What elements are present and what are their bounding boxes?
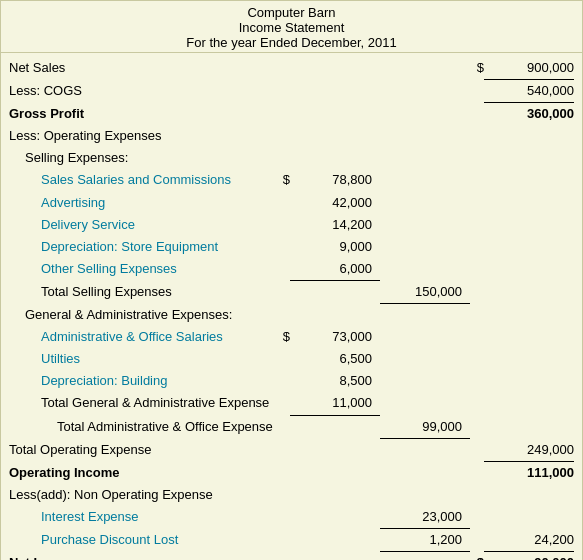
total-selling-row: Total Selling Expenses 150,000 (9, 281, 574, 304)
depr-building-label: Depreciation: Building (41, 370, 276, 392)
total-operating-value: 249,000 (484, 439, 574, 462)
gen-admin-label: General & Administrative Expenses: (25, 304, 574, 326)
gross-profit-value: 360,000 (484, 103, 574, 125)
utilities-value: 6,500 (290, 348, 380, 370)
depr-store-row: Depreciation: Store Equipment 9,000 (9, 236, 574, 258)
statement-header: Computer Barn Income Statement For the y… (1, 1, 582, 53)
utilities-row: Utilties 6,500 (9, 348, 574, 370)
net-income-label: Net Income (9, 552, 290, 560)
income-statement: Computer Barn Income Statement For the y… (0, 0, 583, 560)
purchase-discount-label: Purchase Discount Lost (41, 529, 290, 551)
admin-salaries-value: 73,000 (290, 326, 380, 348)
gross-profit-row: Gross Profit 360,000 (9, 103, 574, 125)
advertising-value: 42,000 (290, 192, 380, 214)
report-period: For the year Ended December, 2011 (1, 35, 582, 50)
cogs-value: 540,000 (484, 80, 574, 103)
interest-expense-value: 23,000 (380, 506, 470, 529)
net-income-row: Net Income $ 90,000 (9, 552, 574, 560)
selling-expenses-header-row: Selling Expenses: (9, 147, 574, 169)
operating-income-label: Operating Income (9, 462, 290, 484)
total-selling-label: Total Selling Expenses (41, 281, 276, 303)
operating-income-value: 111,000 (484, 462, 574, 484)
selling-expenses-label: Selling Expenses: (25, 147, 574, 169)
depr-store-value: 9,000 (290, 236, 380, 258)
net-sales-row: Net Sales $ 900,000 (9, 57, 574, 80)
less-operating-label: Less: Operating Expenses (9, 125, 574, 147)
total-operating-row: Total Operating Expense 249,000 (9, 439, 574, 462)
ss-commissions-label: Sales Salaries and Commissions (41, 169, 276, 191)
gen-admin-header-row: General & Administrative Expenses: (9, 304, 574, 326)
cogs-row: Less: COGS 540,000 (9, 80, 574, 103)
total-admin-office-value: 99,000 (380, 416, 470, 439)
depr-building-value: 8,500 (290, 370, 380, 392)
advertising-row: Advertising 42,000 (9, 192, 574, 214)
depr-building-row: Depreciation: Building 8,500 (9, 370, 574, 392)
interest-expense-row: Interest Expense 23,000 (9, 506, 574, 529)
interest-expense-label: Interest Expense (41, 506, 290, 528)
net-income-value: 90,000 (484, 552, 574, 560)
less-non-op-label: Less(add): Non Operating Expense (9, 484, 574, 506)
ss-commissions-value: 78,800 (290, 169, 380, 191)
cogs-label: Less: COGS (9, 80, 290, 102)
delivery-row: Delivery Service 14,200 (9, 214, 574, 236)
net-sales-label: Net Sales (9, 57, 290, 79)
delivery-label: Delivery Service (41, 214, 276, 236)
statement-body: Net Sales $ 900,000 Less: COGS 540,000 G… (1, 53, 582, 560)
depr-store-label: Depreciation: Store Equipment (41, 236, 276, 258)
total-gen-admin-value: 11,000 (290, 392, 380, 415)
other-selling-label: Other Selling Expenses (41, 258, 276, 280)
operating-income-row: Operating Income 111,000 (9, 462, 574, 484)
admin-salaries-row: Administrative & Office Salaries $ 73,00… (9, 326, 574, 348)
gross-profit-label: Gross Profit (9, 103, 290, 125)
total-gen-admin-label: Total General & Administrative Expense (41, 392, 276, 414)
total-gen-admin-row: Total General & Administrative Expense 1… (9, 392, 574, 415)
company-name: Computer Barn (1, 5, 582, 20)
report-type: Income Statement (1, 20, 582, 35)
net-sales-value: 900,000 (484, 57, 574, 80)
ss-commissions-row: Sales Salaries and Commissions $ 78,800 (9, 169, 574, 191)
delivery-value: 14,200 (290, 214, 380, 236)
total-non-op-value: 24,200 (484, 529, 574, 552)
other-selling-value: 6,000 (290, 258, 380, 281)
utilities-label: Utilties (41, 348, 276, 370)
less-non-op-row: Less(add): Non Operating Expense (9, 484, 574, 506)
purchase-discount-value: 1,200 (380, 529, 470, 552)
advertising-label: Advertising (41, 192, 276, 214)
purchase-discount-row: Purchase Discount Lost 1,200 24,200 (9, 529, 574, 552)
total-admin-office-label: Total Administrative & Office Expense (57, 416, 276, 438)
total-operating-label: Total Operating Expense (9, 439, 290, 461)
other-selling-row: Other Selling Expenses 6,000 (9, 258, 574, 281)
total-selling-value: 150,000 (380, 281, 470, 304)
less-operating-row: Less: Operating Expenses (9, 125, 574, 147)
admin-salaries-label: Administrative & Office Salaries (41, 326, 276, 348)
total-admin-office-row: Total Administrative & Office Expense 99… (9, 416, 574, 439)
